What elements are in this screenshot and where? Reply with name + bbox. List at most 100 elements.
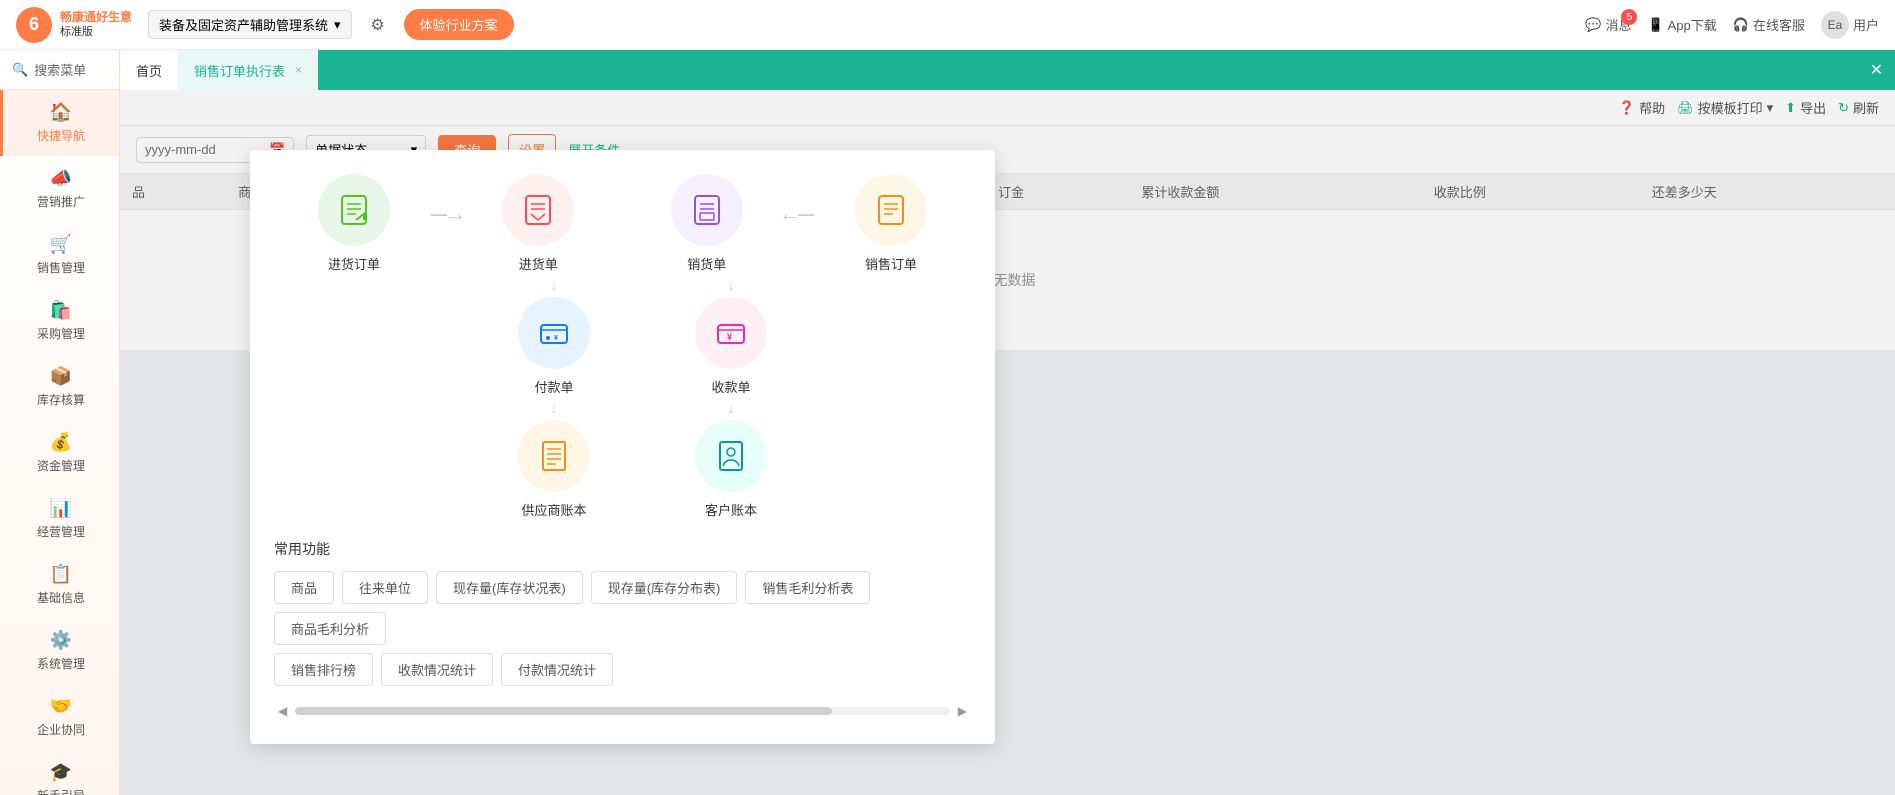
flow-payment-col: ↓ ¥ 付款单 ↓ 供应商账本: [474, 273, 634, 519]
sidebar-item-quick-nav[interactable]: 🏠 快捷导航: [0, 90, 119, 156]
tabs-bar: 首页 销售订单执行表 × ✕: [120, 50, 1895, 90]
svg-text:¥: ¥: [554, 335, 558, 342]
trial-button[interactable]: 体验行业方案: [404, 9, 514, 40]
payment-icon: ¥: [518, 297, 590, 369]
sidebar-item-label: 营销推广: [37, 193, 85, 210]
quick-nav-modal: 进货订单 - - -→ 进货单: [250, 150, 995, 744]
sidebar-item-marketing[interactable]: 📣 营销推广: [0, 156, 119, 222]
user-label: 用户: [1853, 15, 1879, 34]
tab-sales-order-exec[interactable]: 销售订单执行表 ×: [178, 50, 318, 90]
sidebar-item-label: 基础信息: [37, 589, 85, 606]
tab-bar-close-button[interactable]: ✕: [1870, 60, 1883, 80]
sidebar-item-cooperation[interactable]: 🤝 企业协同: [0, 684, 119, 750]
message-button[interactable]: 💬 消息 5: [1585, 15, 1631, 34]
func-buttons-row1: 商品 往来单位 现存量(库存状况表) 现存量(库存分布表) 销售毛利分析表 商品…: [274, 571, 971, 645]
sidebar-item-label: 系统管理: [37, 655, 85, 672]
arrow-down-to-customer: ↓: [728, 400, 735, 416]
common-functions-section: 常用功能 商品 往来单位 现存量(库存状况表) 现存量(库存分布表) 销售毛利分…: [274, 539, 971, 686]
modal-scrollbar[interactable]: [295, 707, 950, 715]
flow-node-sales-bill[interactable]: 销货单: [627, 174, 787, 273]
flow-top-row: 进货订单 - - -→ 进货单: [274, 174, 971, 273]
modal-overlay[interactable]: 进货订单 - - -→ 进货单: [120, 90, 1895, 795]
sidebar-item-basic-info[interactable]: 📋 基础信息: [0, 552, 119, 618]
sidebar-item-inventory[interactable]: 📦 库存核算: [0, 354, 119, 420]
sidebar-item-label: 销售管理: [37, 259, 85, 276]
headset-icon: 🎧: [1733, 17, 1749, 33]
finance-icon: 💰: [50, 432, 72, 453]
app-download-label: App下载: [1668, 15, 1717, 34]
func-btn-receipt-stat[interactable]: 收款情况统计: [381, 653, 493, 686]
func-btn-sales-gross[interactable]: 销售毛利分析表: [745, 571, 870, 604]
flow-node-receipt[interactable]: ¥ 收款单: [695, 297, 767, 396]
func-btn-stock-status[interactable]: 现存量(库存状况表): [436, 571, 583, 604]
chevron-down-icon: ▾: [334, 17, 341, 33]
arrow-sales-order-to-bill: - - -→: [783, 201, 815, 247]
func-btn-product-gross[interactable]: 商品毛利分析: [274, 612, 386, 645]
search-icon: 🔍: [12, 62, 28, 78]
scroll-right-icon[interactable]: ▶: [954, 702, 971, 720]
sidebar-item-system[interactable]: ⚙️ 系统管理: [0, 618, 119, 684]
message-badge: 5: [1621, 9, 1637, 25]
basic-info-icon: 📋: [50, 564, 72, 585]
func-btn-partner[interactable]: 往来单位: [342, 571, 428, 604]
svg-text:¥: ¥: [727, 332, 732, 342]
header-right: 💬 消息 5 📱 App下载 🎧 在线客服 Ea 用户: [1585, 11, 1879, 39]
tab-home-label: 首页: [136, 61, 162, 80]
sidebar-item-label: 资金管理: [37, 457, 85, 474]
supplier-ledger-label: 供应商账本: [521, 500, 586, 519]
flow-node-supplier-ledger[interactable]: 供应商账本: [518, 420, 590, 519]
sidebar-item-purchase[interactable]: 🛍️ 采购管理: [0, 288, 119, 354]
scrollbar-thumb: [295, 707, 832, 715]
online-service-button[interactable]: 🎧 在线客服: [1733, 15, 1805, 34]
sidebar-item-newbie[interactable]: 🎓 新手引导: [0, 750, 119, 795]
flow-node-sales-order[interactable]: 销售订单: [811, 174, 971, 273]
purchase-order-icon: [318, 174, 390, 246]
app-download-button[interactable]: 📱 App下载: [1647, 15, 1716, 34]
arrow-down-to-payment: ↓: [551, 277, 558, 293]
sidebar-item-operations[interactable]: 📊 经营管理: [0, 486, 119, 552]
flow-node-purchase-order[interactable]: 进货订单: [274, 174, 434, 273]
tab-home[interactable]: 首页: [120, 50, 178, 90]
arrow-down-to-receipt: ↓: [728, 277, 735, 293]
phone-icon: 📱: [1647, 17, 1663, 33]
purchase-bill-label: 进货单: [519, 254, 558, 273]
top-header: 6 畅康通好生意 标准版 装备及固定资产辅助管理系统 ▾ ⚙ 体验行业方案 💬 …: [0, 0, 1895, 50]
flow-node-payment[interactable]: ¥ 付款单: [518, 297, 590, 396]
logo-area: 6 畅康通好生意 标准版: [16, 7, 136, 43]
func-btn-sales-rank[interactable]: 销售排行榜: [274, 653, 373, 686]
marketing-icon: 📣: [50, 168, 72, 189]
content-area: ❓ 帮助 🖨 按模板打印 ▾ ⬆ 导出 ↻ 刷新 📅: [120, 90, 1895, 795]
func-btn-product[interactable]: 商品: [274, 571, 334, 604]
user-menu[interactable]: Ea 用户: [1821, 11, 1879, 39]
sales-icon: 🛒: [50, 234, 72, 255]
sales-bill-icon: [671, 174, 743, 246]
logo-icon: 6: [16, 7, 52, 43]
func-btn-payment-stat[interactable]: 付款情况统计: [501, 653, 613, 686]
online-service-label: 在线客服: [1753, 15, 1805, 34]
search-menu-button[interactable]: 🔍 搜索菜单: [0, 50, 119, 90]
customer-ledger-icon: [695, 420, 767, 492]
func-btn-stock-dist[interactable]: 现存量(库存分布表): [591, 571, 738, 604]
inventory-icon: 📦: [50, 366, 72, 387]
purchase-bill-icon: [502, 174, 574, 246]
flow-node-purchase-bill[interactable]: 进货单: [458, 174, 618, 273]
receipt-label: 收款单: [711, 377, 750, 396]
sub-brand: 标准版: [60, 25, 132, 39]
sales-bill-label: 销货单: [687, 254, 726, 273]
purchase-order-label: 进货订单: [328, 254, 380, 273]
tab-close-icon[interactable]: ×: [295, 63, 302, 77]
system-selector[interactable]: 装备及固定资产辅助管理系统 ▾: [148, 10, 352, 39]
receipt-icon: ¥: [695, 297, 767, 369]
flow-node-customer-ledger[interactable]: 客户账本: [695, 420, 767, 519]
sidebar-item-finance[interactable]: 💰 资金管理: [0, 420, 119, 486]
common-functions-title: 常用功能: [274, 539, 971, 559]
settings-button[interactable]: ⚙: [364, 11, 392, 39]
operations-icon: 📊: [50, 498, 72, 519]
sidebar-item-sales[interactable]: 🛒 销售管理: [0, 222, 119, 288]
supplier-ledger-icon: [518, 420, 590, 492]
main-area: 首页 销售订单执行表 × ✕ ❓ 帮助 🖨 按模板打印 ▾ ⬆ 导出: [120, 50, 1895, 795]
sidebar-item-label: 采购管理: [37, 325, 85, 342]
payment-label: 付款单: [534, 377, 573, 396]
scroll-left-icon[interactable]: ◀: [274, 702, 291, 720]
avatar: Ea: [1821, 11, 1849, 39]
